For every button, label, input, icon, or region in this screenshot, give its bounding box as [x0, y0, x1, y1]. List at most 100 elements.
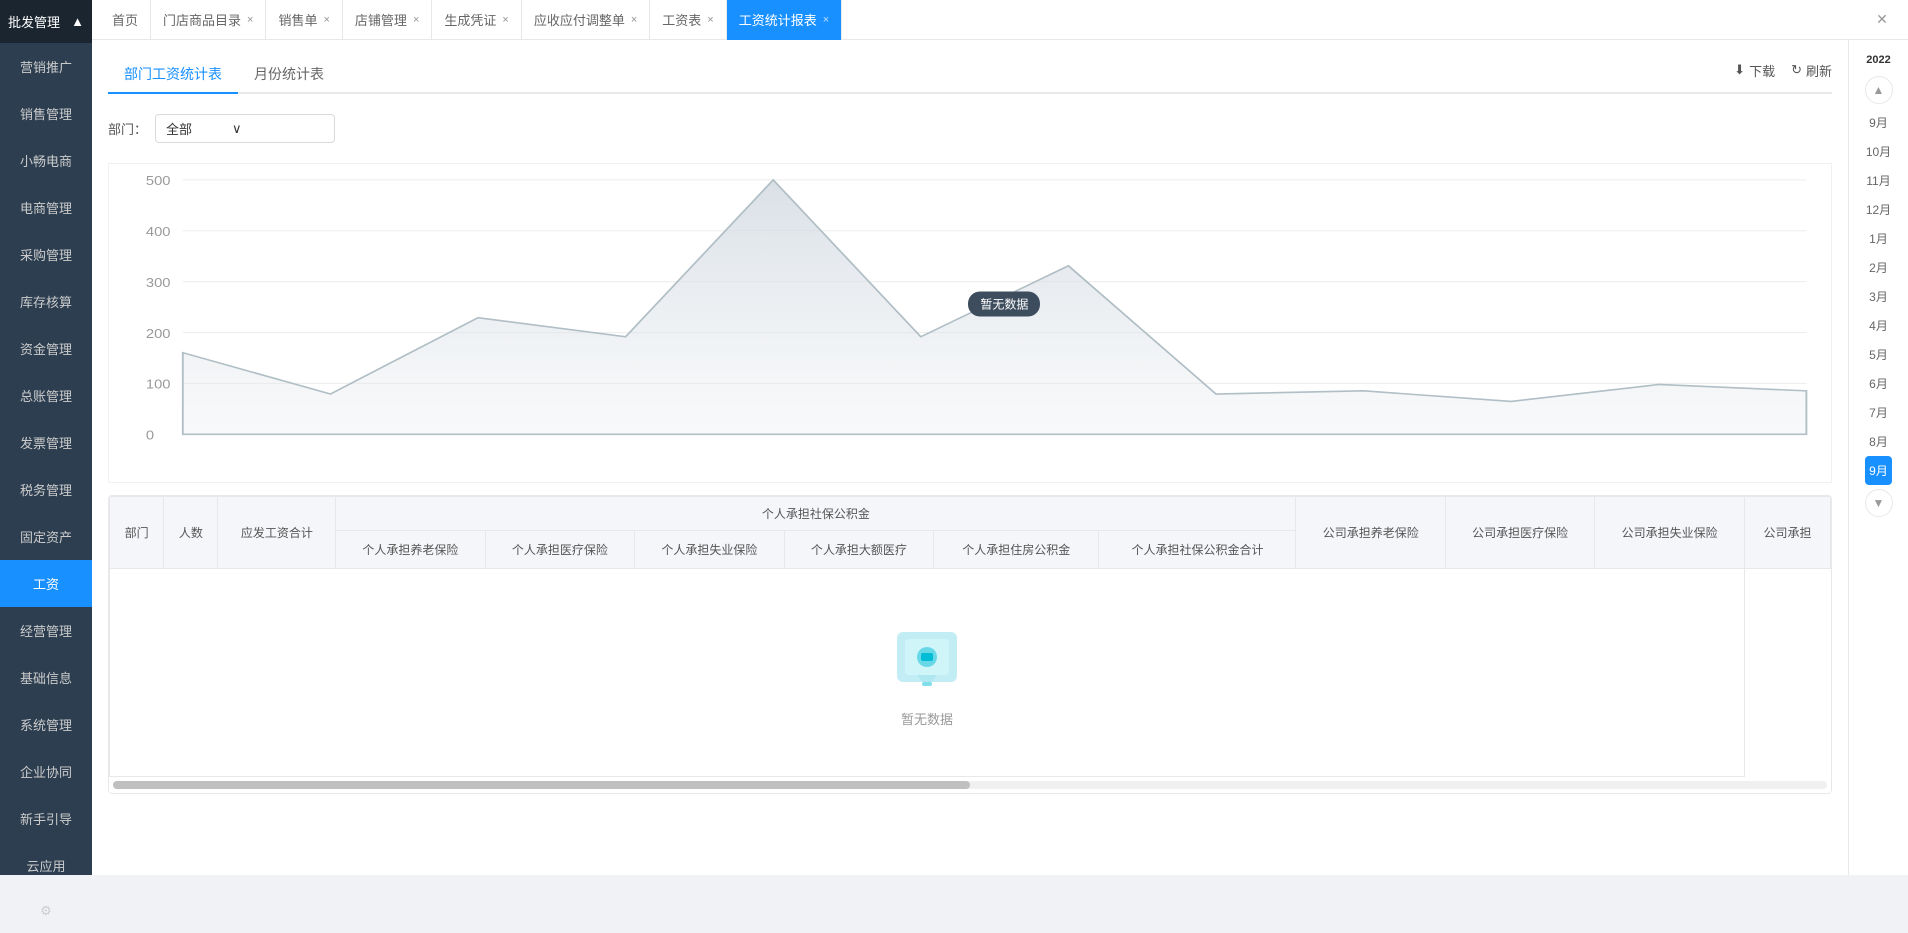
tab-label: 首页: [112, 10, 138, 29]
tab-工资表[interactable]: 工资表 ×: [650, 0, 726, 40]
sidebar-header[interactable]: 批发管理 ▲: [0, 0, 92, 43]
tab-首页[interactable]: 首页: [100, 0, 151, 40]
svg-text:500: 500: [146, 174, 171, 188]
timeline-month-3[interactable]: 12月: [1861, 195, 1896, 224]
sidebar-item-电商管理[interactable]: 电商管理: [0, 184, 92, 231]
sidebar-item-税务管理[interactable]: 税务管理: [0, 466, 92, 513]
tab-店铺管理[interactable]: 店铺管理×: [343, 0, 432, 40]
sidebar-settings[interactable]: ⚙: [0, 889, 92, 933]
tab-close-icon[interactable]: ×: [413, 14, 419, 26]
settings-icon: ⚙: [40, 903, 52, 918]
sub-tab-月份统计表[interactable]: 月份统计表: [238, 56, 340, 94]
tab-bar-actions: ✕: [1872, 10, 1900, 30]
timeline-month-2[interactable]: 11月: [1861, 166, 1896, 195]
sidebar-item-新手引导[interactable]: 新手引导: [0, 795, 92, 842]
timeline-month-0[interactable]: 9月: [1861, 108, 1896, 137]
tab-工资统计报表[interactable]: 工资统计报表 ×: [727, 0, 842, 40]
toolbar-left: 部门： 全部 ∨: [108, 114, 335, 143]
sidebar-item-库存核算[interactable]: 库存核算: [0, 278, 92, 325]
sidebar-item-经营管理[interactable]: 经营管理: [0, 607, 92, 654]
col-personal-major-medical: 个人承担大额医疗: [784, 531, 933, 569]
sidebar-item-云应用[interactable]: 云应用: [0, 842, 92, 889]
svg-text:300: 300: [146, 276, 171, 290]
empty-state: 暂无数据: [118, 577, 1736, 768]
sidebar-item-企业协同[interactable]: 企业协同: [0, 748, 92, 795]
timeline-up-nav[interactable]: ▲: [1865, 76, 1893, 104]
tab-close-icon[interactable]: ×: [823, 14, 829, 26]
tab-label: 门店商品目录: [163, 10, 241, 29]
scrollbar-track[interactable]: [113, 781, 1827, 789]
timeline-month-8[interactable]: 5月: [1861, 340, 1896, 369]
content-area: 部门工资统计表月份统计表 ⬇ 下载 ↻ 刷新 部门：: [92, 40, 1908, 875]
col-personal-pension: 个人承担养老保险: [336, 531, 485, 569]
timeline-month-5[interactable]: 2月: [1861, 253, 1896, 282]
sidebar-item-基础信息[interactable]: 基础信息: [0, 654, 92, 701]
sidebar-item-总账管理[interactable]: 总账管理: [0, 372, 92, 419]
sidebar-item-资金管理[interactable]: 资金管理: [0, 325, 92, 372]
col-company-unemployment: 公司承担失业保险: [1595, 497, 1744, 569]
sidebar: 批发管理 ▲ 营销推广销售管理小畅电商电商管理采购管理库存核算资金管理总账管理发…: [0, 0, 92, 875]
tab-bar-close-button[interactable]: ✕: [1872, 10, 1892, 30]
tab-应收应付调整单[interactable]: 应收应付调整单×: [522, 0, 650, 40]
chevron-down-icon: ∨: [232, 121, 242, 137]
col-company-other: 公司承担: [1744, 497, 1830, 569]
col-personal-housing: 个人承担住房公积金: [934, 531, 1099, 569]
tab-close-icon[interactable]: ×: [707, 14, 713, 26]
tab-bar: 首页门店商品目录×销售单×店铺管理×生成凭证×应收应付调整单×工资表×工资统计报…: [92, 0, 1908, 40]
svg-text:200: 200: [146, 327, 171, 341]
timeline-month-6[interactable]: 3月: [1861, 282, 1896, 311]
data-table-container: 部门 人数 应发工资合计 个人承担社保公积金 公司承担养老保险 公司承担医疗保险…: [108, 495, 1832, 794]
tab-label: 工资表: [662, 10, 701, 29]
timeline-month-10[interactable]: 7月: [1861, 398, 1896, 427]
tab-生成凭证[interactable]: 生成凭证×: [432, 0, 521, 40]
tab-销售单[interactable]: 销售单 ×: [266, 0, 342, 40]
sidebar-item-小畅电商[interactable]: 小畅电商: [0, 137, 92, 184]
col-dept: 部门: [110, 497, 164, 569]
tab-label: 销售单: [278, 10, 317, 29]
download-icon: ⬇: [1734, 62, 1745, 78]
download-button[interactable]: ⬇ 下载: [1734, 61, 1775, 80]
toolbar: 部门： 全部 ∨: [108, 114, 1832, 143]
sidebar-item-系统管理[interactable]: 系统管理: [0, 701, 92, 748]
timeline-month-12[interactable]: 9月: [1865, 456, 1892, 485]
tab-close-icon[interactable]: ×: [323, 14, 329, 26]
tab-门店商品目录[interactable]: 门店商品目录 ×: [151, 0, 266, 40]
sidebar-item-工资[interactable]: 工资: [0, 560, 92, 607]
col-company-medical: 公司承担医疗保险: [1445, 497, 1594, 569]
refresh-button[interactable]: ↻ 刷新: [1791, 61, 1832, 80]
empty-icon: [887, 617, 967, 697]
col-total-wage: 应发工资合计: [218, 497, 336, 569]
timeline-month-1[interactable]: 10月: [1861, 137, 1896, 166]
empty-row: 暂无数据: [110, 569, 1745, 777]
sidebar-title: 批发管理: [8, 12, 60, 31]
col-personal-group: 个人承担社保公积金: [336, 497, 1296, 531]
col-personal-unemployment: 个人承担失业保险: [635, 531, 784, 569]
tab-close-icon[interactable]: ×: [247, 14, 253, 26]
timeline-panel: 2022 ▲ 9月10月11月12月1月2月3月4月5月6月7月8月9月 ▼: [1848, 40, 1908, 875]
dept-select[interactable]: 全部 ∨: [155, 114, 335, 143]
col-personal-total: 个人承担社保公积金合计: [1099, 531, 1296, 569]
svg-text:100: 100: [146, 378, 171, 392]
timeline-month-11[interactable]: 8月: [1861, 427, 1896, 456]
timeline-month-4[interactable]: 1月: [1861, 224, 1896, 253]
svg-text:0: 0: [146, 429, 155, 443]
sidebar-item-采购管理[interactable]: 采购管理: [0, 231, 92, 278]
tab-close-icon[interactable]: ×: [502, 14, 508, 26]
sidebar-item-营销推广[interactable]: 营销推广: [0, 43, 92, 90]
main-content: 首页门店商品目录×销售单×店铺管理×生成凭证×应收应付调整单×工资表×工资统计报…: [92, 0, 1908, 875]
timeline-down-nav[interactable]: ▼: [1865, 489, 1893, 517]
scrollbar-thumb[interactable]: [113, 781, 970, 789]
dept-value: 全部: [166, 119, 192, 138]
tab-close-icon[interactable]: ×: [631, 14, 637, 26]
sidebar-item-固定资产[interactable]: 固定资产: [0, 513, 92, 560]
empty-text: 暂无数据: [901, 709, 953, 728]
sidebar-item-发票管理[interactable]: 发票管理: [0, 419, 92, 466]
chart-svg: 500 400 300 200 100 0: [109, 164, 1831, 482]
timeline-month-7[interactable]: 4月: [1861, 311, 1896, 340]
sub-tab-部门工资统计表[interactable]: 部门工资统计表: [108, 56, 238, 94]
timeline-month-9[interactable]: 6月: [1861, 369, 1896, 398]
svg-text:400: 400: [146, 225, 171, 239]
sidebar-item-销售管理[interactable]: 销售管理: [0, 90, 92, 137]
refresh-icon: ↻: [1791, 62, 1802, 78]
tab-label: 工资统计报表: [739, 10, 817, 29]
